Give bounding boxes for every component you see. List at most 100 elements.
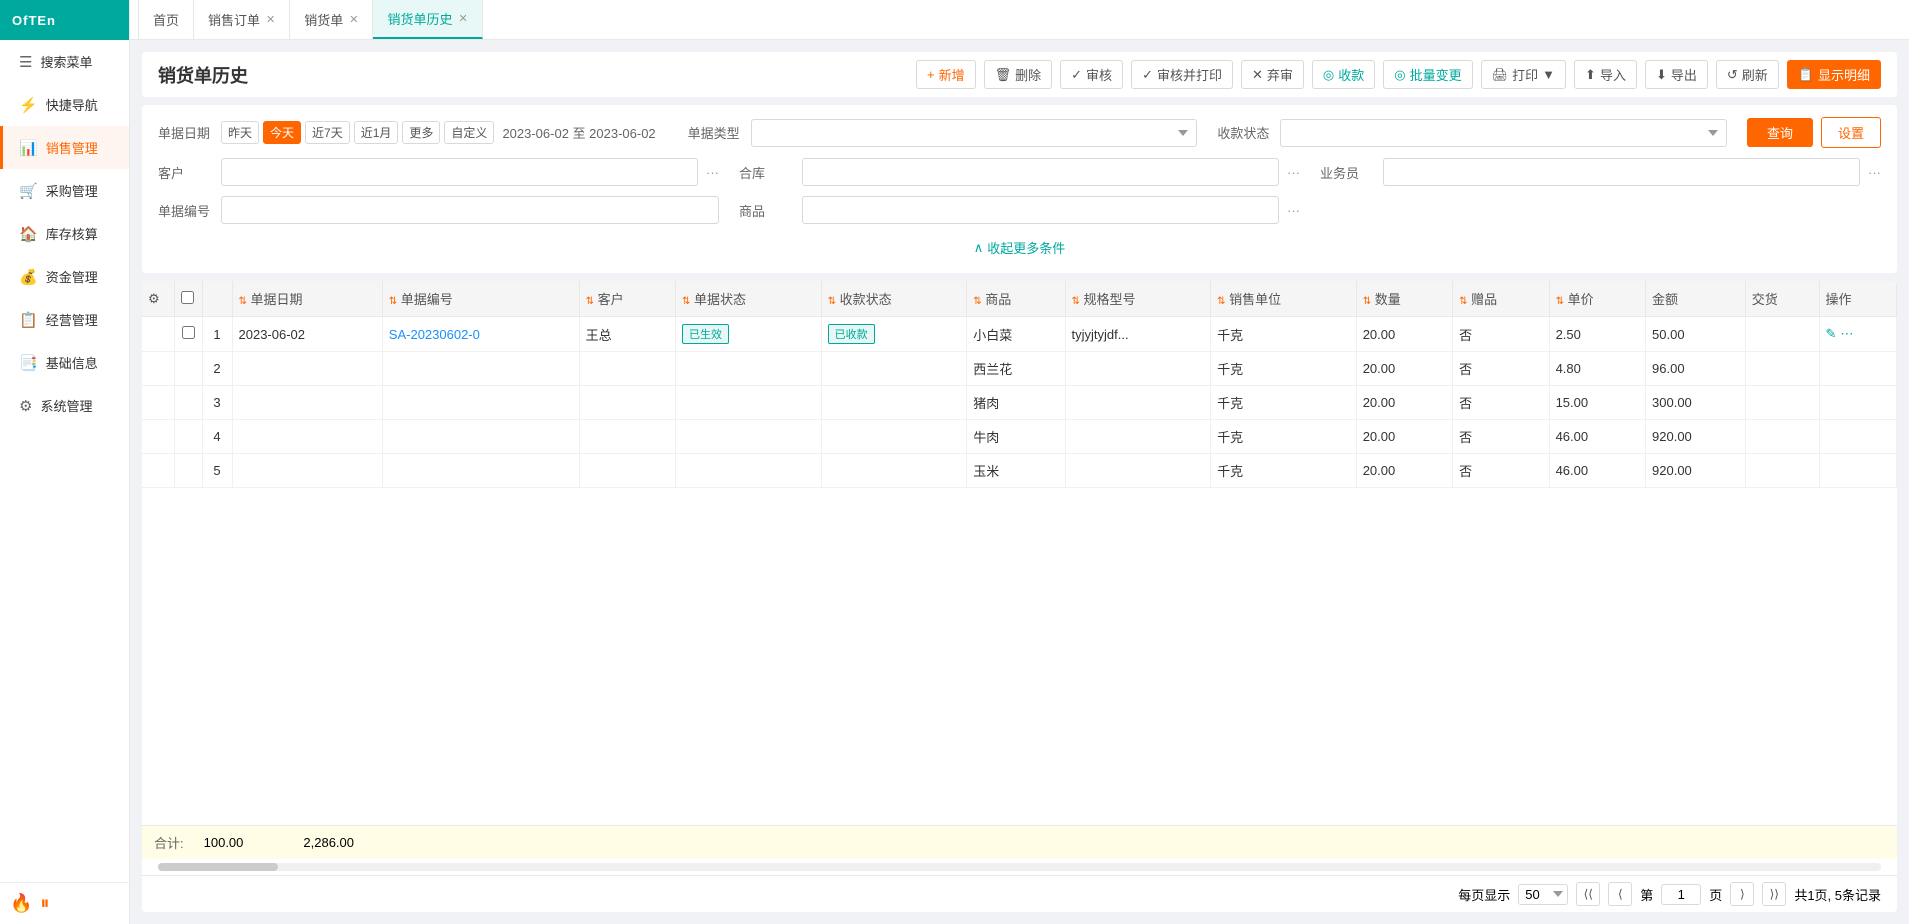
col-unit-price[interactable]: ⇅ 单价 [1549, 281, 1645, 317]
col-pay-status[interactable]: ⇅ 收款状态 [821, 281, 967, 317]
tab-delivery-history[interactable]: 销货单历史 ✕ [373, 0, 482, 39]
col-spec[interactable]: ⇅ 规格型号 [1065, 281, 1211, 317]
prev-page-btn[interactable]: ⟨ [1608, 882, 1632, 906]
footer-label: 合计: [154, 833, 184, 852]
col-checkbox[interactable] [174, 281, 202, 317]
row-checkbox-cell[interactable] [174, 317, 202, 352]
docno-input[interactable] [221, 196, 719, 224]
warehouse-dots[interactable]: ··· [1287, 165, 1300, 180]
tab-delivery-close[interactable]: ✕ [349, 13, 358, 26]
next-page-btn[interactable]: ⟩ [1730, 882, 1754, 906]
refresh-button[interactable]: ↺ 刷新 [1716, 60, 1779, 89]
delete-icon: 🗑 [995, 67, 1012, 83]
customer-dots[interactable]: ··· [706, 165, 719, 180]
page-size-select[interactable]: 50 100 [1518, 884, 1568, 905]
query-button[interactable]: 查询 [1747, 118, 1813, 147]
row-quantity: 20.00 [1356, 454, 1452, 488]
tab-sales-order[interactable]: 销售订单 ✕ [194, 0, 290, 39]
custom-btn[interactable]: 自定义 [444, 121, 494, 144]
last7days-btn[interactable]: 近7天 [305, 121, 350, 144]
select-all-checkbox[interactable] [181, 291, 194, 304]
page-number-input[interactable] [1661, 884, 1701, 905]
tab-sales-order-close[interactable]: ✕ [266, 13, 275, 26]
more-btn[interactable]: 更多 [402, 121, 440, 144]
more-action-btn[interactable]: ⋯ [1840, 326, 1853, 342]
row-checkbox-cell[interactable] [174, 420, 202, 454]
tab-delivery-history-close[interactable]: ✕ [459, 12, 468, 25]
row-gift: 否 [1453, 386, 1549, 420]
salesperson-dots[interactable]: ··· [1868, 165, 1881, 180]
row-no: 2 [202, 352, 232, 386]
row-action-buttons: ✎ ⋯ [1826, 326, 1890, 342]
col-customer[interactable]: ⇅ 客户 [579, 281, 675, 317]
sidebar-item-sales-mgmt[interactable]: 📊 销售管理 [0, 126, 129, 169]
sidebar-item-finance-mgmt[interactable]: 💰 资金管理 [0, 255, 129, 298]
approve-button[interactable]: ✓ 审核 [1060, 60, 1123, 89]
product-input[interactable] [802, 196, 1279, 224]
sidebar-item-inventory[interactable]: 🏠 库存核算 [0, 212, 129, 255]
sidebar-item-basic-info[interactable]: 📑 基础信息 [0, 341, 129, 384]
collapse-button[interactable]: ∧ 收起更多条件 [974, 238, 1066, 257]
col-product[interactable]: ⇅ 商品 [967, 281, 1065, 317]
row-doc-status: 已生效 [676, 317, 822, 352]
last-page-btn[interactable]: ⟩⟩ [1762, 882, 1786, 906]
import-button[interactable]: ⬆ 导入 [1574, 60, 1637, 89]
salesperson-input[interactable] [1383, 158, 1860, 186]
row-docno[interactable]: SA-20230602-0 [382, 317, 579, 352]
row-checkbox-cell[interactable] [174, 454, 202, 488]
col-settings[interactable]: ⚙ [142, 281, 174, 317]
table-body: 1 2023-06-02 SA-20230602-0 王总 已生效 已收款 小白… [142, 317, 1897, 488]
customer-input[interactable] [221, 158, 698, 186]
delete-button[interactable]: 🗑 删除 [984, 60, 1053, 89]
last1month-btn[interactable]: 近1月 [354, 121, 399, 144]
sidebar-item-search-menu[interactable]: ☰ 搜索菜单 [0, 40, 129, 83]
sidebar-item-system-mgmt[interactable]: ⚙ 系统管理 [0, 384, 129, 427]
col-no [202, 281, 232, 317]
row-pay-status: 已收款 [821, 317, 967, 352]
col-gift[interactable]: ⇅ 赠品 [1453, 281, 1549, 317]
row-checkbox-cell[interactable] [174, 386, 202, 420]
paystatus-select[interactable] [1280, 119, 1727, 147]
col-docno[interactable]: ⇅ 单据编号 [382, 281, 579, 317]
scrollbar-thumb[interactable] [158, 863, 278, 871]
col-date[interactable]: ⇅ 单据日期 [232, 281, 382, 317]
first-page-btn[interactable]: ⟨⟨ [1576, 882, 1600, 906]
yesterday-btn[interactable]: 昨天 [221, 121, 259, 144]
col-unit[interactable]: ⇅ 销售单位 [1211, 281, 1357, 317]
col-quantity[interactable]: ⇅ 数量 [1356, 281, 1452, 317]
batch-change-button[interactable]: ◎ 批量变更 [1383, 60, 1472, 89]
approve-print-button[interactable]: ✓ 审核并打印 [1131, 60, 1233, 89]
table-scroll[interactable]: ⚙ ⇅ 单据日期 ⇅ 单据编号 ⇅ 客户 ⇅ 单据状态 ⇅ 收款状态 [142, 281, 1897, 825]
row-docno[interactable] [382, 352, 579, 386]
product-dots[interactable]: ··· [1287, 203, 1300, 218]
warehouse-input[interactable] [802, 158, 1279, 186]
sidebar-item-operations-mgmt[interactable]: 📋 经营管理 [0, 298, 129, 341]
fire-icon[interactable]: 🔥 [10, 893, 32, 914]
edit-action-btn[interactable]: ✎ [1826, 326, 1837, 342]
show-detail-button[interactable]: 📋 显示明细 [1787, 60, 1881, 89]
row-docno[interactable] [382, 454, 579, 488]
row-docno[interactable] [382, 386, 579, 420]
horizontal-scrollbar[interactable] [158, 863, 1881, 871]
settings-button[interactable]: 设置 [1821, 117, 1881, 148]
sidebar-item-label: 库存核算 [46, 224, 98, 243]
sidebar-item-quick-nav[interactable]: ⚡ 快捷导航 [0, 83, 129, 126]
sidebar-item-purchase-mgmt[interactable]: 🛒 采购管理 [0, 169, 129, 212]
sidebar-item-label: 经营管理 [46, 310, 98, 329]
row-actions [1819, 386, 1896, 420]
today-btn[interactable]: 今天 [263, 121, 301, 144]
row-no: 4 [202, 420, 232, 454]
discard-button[interactable]: ✕ 弃审 [1241, 60, 1304, 89]
pause-icon[interactable]: ⏸ [40, 893, 49, 914]
collect-button[interactable]: ◎ 收款 [1312, 60, 1375, 89]
tab-delivery[interactable]: 销货单 ✕ [290, 0, 373, 39]
new-button[interactable]: + 新增 [916, 60, 976, 89]
doctype-select[interactable] [751, 119, 1198, 147]
row-checkbox-cell[interactable] [174, 352, 202, 386]
row-docno[interactable] [382, 420, 579, 454]
tab-home[interactable]: 首页 [138, 0, 194, 39]
row-checkbox[interactable] [182, 326, 195, 339]
col-doc-status[interactable]: ⇅ 单据状态 [676, 281, 822, 317]
export-button[interactable]: ⬇ 导出 [1645, 60, 1708, 89]
print-button[interactable]: 🖨 打印 ▼ [1481, 60, 1566, 89]
